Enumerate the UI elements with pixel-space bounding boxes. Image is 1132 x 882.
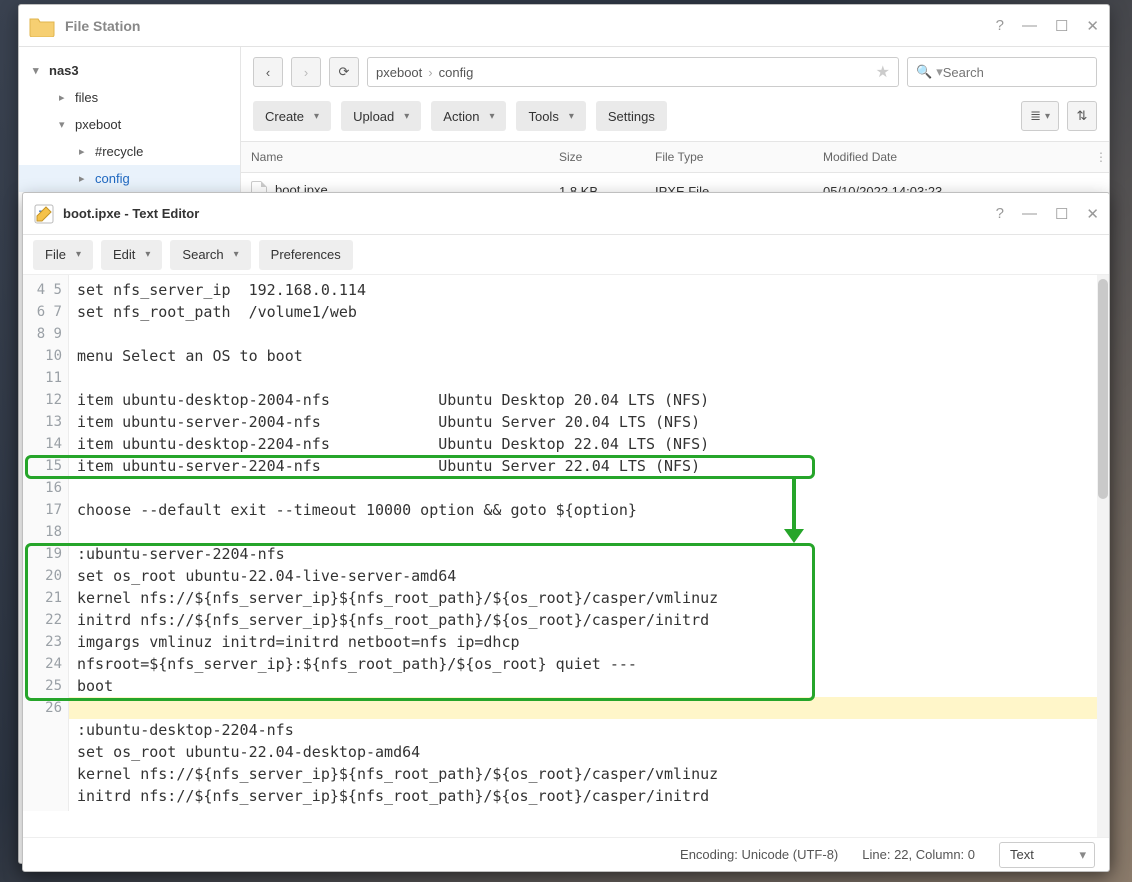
breadcrumb[interactable]: pxeboot › config ★ — [367, 57, 899, 87]
code-line[interactable]: kernel nfs://${nfs_server_ip}${nfs_root_… — [69, 763, 1097, 785]
upload-button[interactable]: Upload▾ — [341, 101, 421, 131]
code-line[interactable]: kernel nfs://${nfs_server_ip}${nfs_root_… — [69, 587, 1097, 609]
tree-root[interactable]: ▾nas3 — [19, 57, 240, 84]
code-line[interactable]: set os_root ubuntu-22.04-live-server-amd… — [69, 565, 1097, 587]
nav-forward-button[interactable]: › — [291, 57, 321, 87]
code-line[interactable]: set nfs_server_ip 192.168.0.114 — [69, 279, 1097, 301]
code-line[interactable]: choose --default exit --timeout 10000 op… — [69, 499, 1097, 521]
menu-preferences[interactable]: Preferences — [259, 240, 353, 270]
minimize-icon[interactable]: — — [1022, 205, 1037, 223]
maximize-icon[interactable]: ☐ — [1055, 205, 1068, 223]
status-position: Line: 22, Column: 0 — [862, 847, 975, 862]
close-icon[interactable]: ✕ — [1086, 17, 1099, 35]
search-input[interactable] — [943, 65, 1119, 80]
code-line[interactable]: set os_root ubuntu-22.04-desktop-amd64 — [69, 741, 1097, 763]
create-button[interactable]: Create▾ — [253, 101, 331, 131]
text-editor-toolbar: File▾ Edit▾ Search▾ Preferences — [23, 235, 1109, 275]
caret-down-icon: ▾ — [314, 111, 319, 122]
menu-file[interactable]: File▾ — [33, 240, 93, 270]
code-line[interactable]: item ubuntu-server-2204-nfs Ubuntu Serve… — [69, 455, 1097, 477]
code-line[interactable]: menu Select an OS to boot — [69, 345, 1097, 367]
code-editor[interactable]: 4 5 6 7 8 9 10 11 12 13 14 15 16 17 18 1… — [23, 275, 1109, 837]
chevron-down-icon: ▾ — [33, 64, 43, 77]
menu-search[interactable]: Search▾ — [170, 240, 250, 270]
code-line[interactable]: boot — [69, 675, 1097, 697]
code-line[interactable]: imgargs vmlinuz initrd=initrd netboot=nf… — [69, 631, 1097, 653]
code-line[interactable] — [69, 477, 1097, 499]
status-encoding: Encoding: Unicode (UTF-8) — [680, 847, 838, 862]
help-icon[interactable]: ? — [996, 17, 1004, 35]
search-icon: 🔍 — [916, 64, 932, 80]
file-station-title: File Station — [65, 18, 140, 34]
tree-recycle[interactable]: ▸#recycle — [19, 138, 240, 165]
code-line[interactable]: nfsroot=${nfs_server_ip}:${nfs_root_path… — [69, 653, 1097, 675]
action-button[interactable]: Action▾ — [431, 101, 506, 131]
code-line[interactable]: initrd nfs://${nfs_server_ip}${nfs_root_… — [69, 609, 1097, 631]
file-grid-header: Name Size File Type Modified Date ⋮ — [241, 141, 1109, 173]
chevron-down-icon: ▾ — [59, 118, 69, 131]
tree-files[interactable]: ▸files — [19, 84, 240, 111]
text-editor-window: T boot.ipxe - Text Editor ? — ☐ ✕ File▾ … — [22, 192, 1110, 872]
line-gutter: 4 5 6 7 8 9 10 11 12 13 14 15 16 17 18 1… — [23, 275, 69, 811]
col-mod[interactable]: Modified Date — [813, 142, 1085, 172]
col-size[interactable]: Size — [549, 142, 645, 172]
col-name[interactable]: Name — [241, 142, 549, 172]
maximize-icon[interactable]: ☐ — [1055, 17, 1068, 35]
caret-down-icon: ▾ — [569, 111, 574, 122]
minimize-icon[interactable]: — — [1022, 17, 1037, 35]
chevron-right-icon: ▸ — [79, 145, 89, 158]
chevron-right-icon: ▸ — [59, 91, 69, 104]
code-line[interactable]: item ubuntu-server-2004-nfs Ubuntu Serve… — [69, 411, 1097, 433]
refresh-button[interactable]: ⟳ — [329, 57, 359, 87]
code-line[interactable] — [69, 323, 1097, 345]
file-station-titlebar[interactable]: File Station ? — ☐ ✕ — [19, 5, 1109, 47]
file-station-icon — [29, 15, 55, 37]
text-editor-titlebar[interactable]: T boot.ipxe - Text Editor ? — ☐ ✕ — [23, 193, 1109, 235]
caret-down-icon: ▾ — [489, 111, 494, 122]
code-line[interactable]: item ubuntu-desktop-2204-nfs Ubuntu Desk… — [69, 433, 1097, 455]
tree-pxeboot[interactable]: ▾pxeboot — [19, 111, 240, 138]
code-line[interactable] — [69, 521, 1097, 543]
nav-back-button[interactable]: ‹ — [253, 57, 283, 87]
text-editor-title: boot.ipxe - Text Editor — [63, 206, 199, 221]
code-line[interactable]: set nfs_root_path /volume1/web — [69, 301, 1097, 323]
vertical-scrollbar[interactable] — [1097, 275, 1109, 837]
text-editor-icon: T — [33, 203, 55, 225]
code-line[interactable]: :ubuntu-server-2204-nfs — [69, 543, 1097, 565]
caret-down-icon: ▾ — [404, 111, 409, 122]
code-line[interactable]: :ubuntu-desktop-2204-nfs — [69, 719, 1097, 741]
editor-statusbar: Encoding: Unicode (UTF-8) Line: 22, Colu… — [23, 837, 1109, 871]
tools-button[interactable]: Tools▾ — [516, 101, 585, 131]
search-box[interactable]: 🔍▾ — [907, 57, 1097, 87]
help-icon[interactable]: ? — [996, 205, 1004, 223]
view-list-button[interactable]: ≣▾ — [1021, 101, 1059, 131]
tree-config[interactable]: ▸config — [19, 165, 240, 192]
sort-button[interactable]: ⇅ — [1067, 101, 1097, 131]
columns-menu-icon[interactable]: ⋮ — [1085, 142, 1109, 172]
code-line[interactable]: initrd nfs://${nfs_server_ip}${nfs_root_… — [69, 785, 1097, 807]
scroll-thumb[interactable] — [1098, 279, 1108, 499]
code-line[interactable] — [69, 697, 1097, 719]
code-line[interactable]: item ubuntu-desktop-2004-nfs Ubuntu Desk… — [69, 389, 1097, 411]
settings-button[interactable]: Settings — [596, 101, 667, 131]
favorite-star-icon[interactable]: ★ — [876, 62, 890, 82]
close-icon[interactable]: ✕ — [1086, 205, 1099, 223]
code-line[interactable] — [69, 367, 1097, 389]
chevron-right-icon: ▸ — [79, 172, 89, 185]
col-type[interactable]: File Type — [645, 142, 813, 172]
syntax-mode-dropdown[interactable]: Text — [999, 842, 1095, 868]
menu-edit[interactable]: Edit▾ — [101, 240, 162, 270]
